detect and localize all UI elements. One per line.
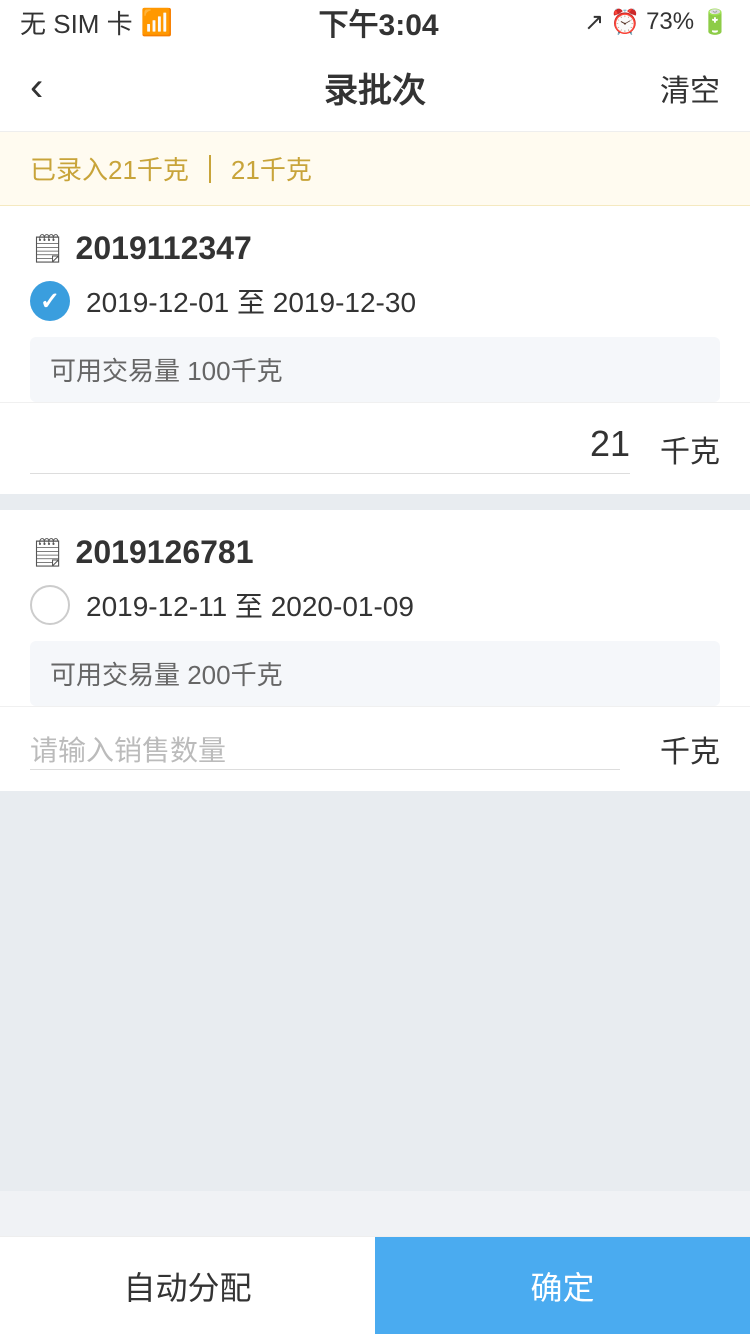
- batch-icon-1: 🗒: [30, 232, 66, 265]
- quantity-unit-1: 千克: [660, 427, 720, 471]
- quantity-wrapper-1: 21: [30, 423, 630, 474]
- placeholder-row-2: 请输入销售数量 千克: [0, 706, 750, 791]
- radio-button-1[interactable]: [30, 281, 70, 321]
- batch-icon-2: 🗒: [30, 536, 66, 569]
- recorded-label: 已录入21千克: [30, 150, 189, 187]
- gray-area: [0, 791, 750, 1191]
- batch-header-2: 🗒 2019126781: [30, 534, 720, 571]
- batch-row-2[interactable]: 2019-12-11 至 2020-01-09: [30, 585, 720, 625]
- separator-1: [0, 494, 750, 510]
- bottom-bar: 自动分配 确定: [0, 1236, 750, 1334]
- batch-date-1: 2019-12-01 至 2019-12-30: [86, 281, 416, 321]
- status-right: ↗ ⏰ 73% 🔋: [584, 8, 730, 37]
- batch-availability-1: 可用交易量 100千克: [30, 337, 720, 402]
- batch-id-2: 2019126781: [76, 534, 254, 571]
- batch-header-1: 🗒 2019112347: [30, 230, 720, 267]
- batch-availability-2: 可用交易量 200千克: [30, 641, 720, 706]
- batch-date-2: 2019-12-11 至 2020-01-09: [86, 585, 414, 625]
- placeholder-line-2: 请输入销售数量: [30, 729, 620, 770]
- page-title: 录批次: [324, 63, 426, 112]
- battery-level: 73%: [646, 8, 694, 36]
- clear-button[interactable]: 清空: [660, 66, 720, 110]
- quantity-row-1: 21 千克: [0, 402, 750, 494]
- location-icon: ↗: [584, 8, 604, 37]
- batch-row-1[interactable]: 2019-12-01 至 2019-12-30: [30, 281, 720, 321]
- batch-card-1: 🗒 2019112347 2019-12-01 至 2019-12-30 可用交…: [0, 206, 750, 402]
- battery-icon: 🔋: [700, 8, 730, 37]
- info-divider: [209, 155, 211, 183]
- back-button[interactable]: ‹: [30, 65, 90, 110]
- placeholder-unit-2: 千克: [660, 727, 720, 771]
- wifi-icon: 📶: [141, 7, 173, 38]
- batch-id-1: 2019112347: [76, 230, 252, 267]
- status-bar: 无 SIM 卡 📶 下午3:04 ↗ ⏰ 73% 🔋: [0, 0, 750, 44]
- confirm-button[interactable]: 确定: [375, 1237, 750, 1334]
- auto-distribute-button[interactable]: 自动分配: [0, 1237, 375, 1334]
- recorded-value: 21千克: [231, 150, 312, 187]
- radio-button-2[interactable]: [30, 585, 70, 625]
- status-left: 无 SIM 卡 📶: [20, 4, 173, 41]
- quantity-value-1: 21: [590, 423, 630, 465]
- info-bar: 已录入21千克 21千克: [0, 132, 750, 206]
- quantity-placeholder-2: 请输入销售数量: [30, 735, 226, 766]
- sim-status: 无 SIM 卡: [20, 4, 133, 41]
- batch-card-2: 🗒 2019126781 2019-12-11 至 2020-01-09 可用交…: [0, 510, 750, 706]
- alarm-icon: ⏰: [610, 8, 640, 37]
- status-time: 下午3:04: [319, 0, 439, 44]
- nav-bar: ‹ 录批次 清空: [0, 44, 750, 132]
